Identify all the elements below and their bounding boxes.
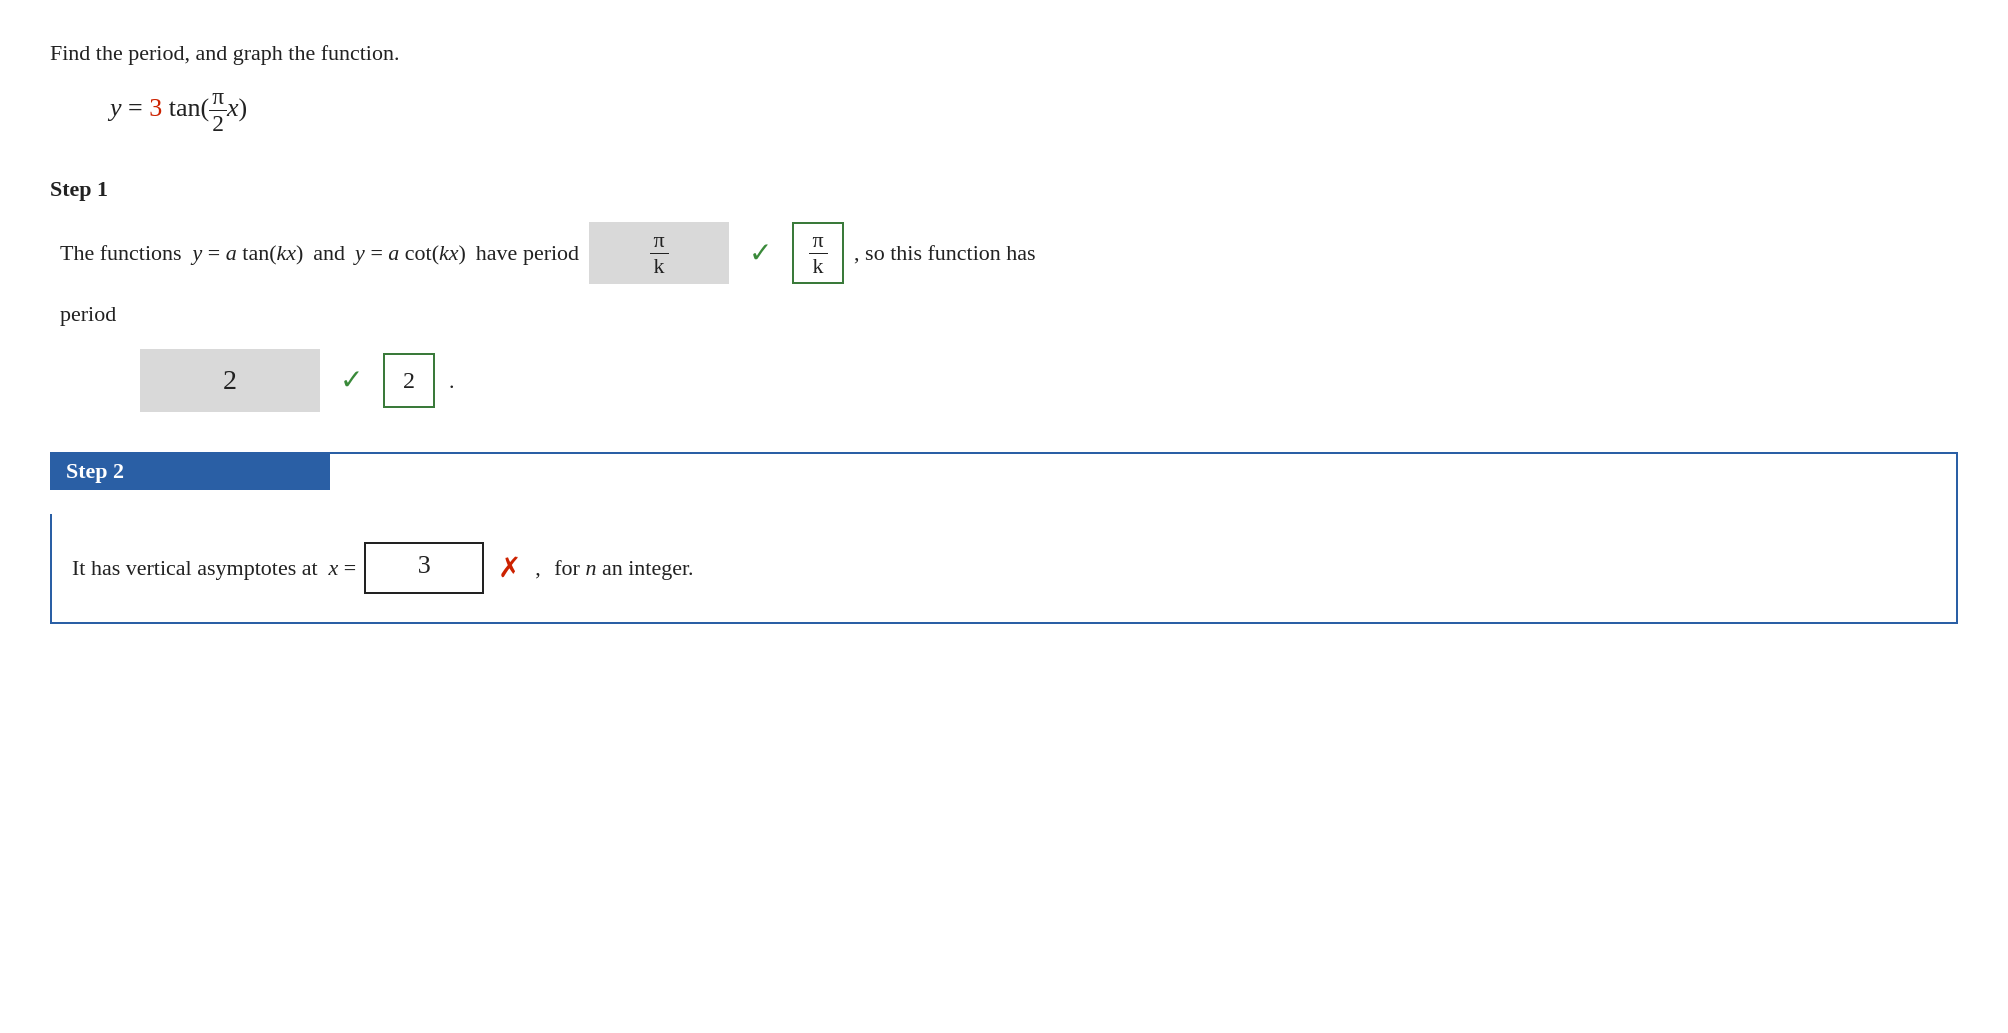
step2-label: Step 2: [50, 452, 330, 490]
step2-section: Step 2 It has vertical asymptotes at x =…: [50, 452, 1958, 624]
step2-desc: It has vertical asymptotes at x =: [72, 555, 356, 581]
function-fraction: π 2: [209, 84, 227, 136]
function-tan: tan: [169, 93, 201, 122]
step1-correct-frac-num: π: [809, 228, 828, 253]
step1-period-check-icon: ✓: [340, 355, 363, 405]
fraction-numerator: π: [209, 84, 227, 111]
function-coefficient: 3: [149, 93, 162, 122]
step2-for-text: for n an integer.: [549, 555, 694, 581]
step1-y2: y = a cot(kx): [355, 233, 466, 273]
step1-label: Step 1: [50, 176, 1958, 202]
step2-label-bar: Step 2: [50, 452, 1958, 514]
step1-period-row: The functions y = a tan(kx) and y = a co…: [60, 222, 1958, 283]
step1-desc-start: The functions y = a tan(kx): [60, 233, 303, 273]
step1-dot: .: [449, 361, 455, 401]
step1-period-input-box[interactable]: 2: [140, 349, 320, 411]
step1-have-period: have period: [476, 233, 579, 273]
step2-asymptote-input[interactable]: 3: [364, 542, 484, 594]
step2-asymptote-value: 3: [418, 550, 431, 579]
problem-statement-section: Find the period, and graph the function.…: [50, 40, 1958, 136]
step1-input-fraction: π k: [650, 228, 669, 277]
step1-input-frac-num: π: [650, 228, 669, 253]
step2-content: It has vertical asymptotes at x = 3 ✗ , …: [50, 514, 1958, 624]
step1-period-correct-box: 2: [383, 353, 435, 408]
step1-section: Step 1 The functions y = a tan(kx) and y…: [50, 176, 1958, 411]
function-display: y = 3 tan( π 2 x): [110, 84, 1958, 136]
step1-correct-frac-den: k: [809, 254, 828, 278]
period-label: period: [60, 294, 1958, 334]
step1-content: The functions y = a tan(kx) and y = a co…: [60, 222, 1958, 411]
function-var: x: [227, 93, 239, 122]
step1-period-correct-value: 2: [403, 367, 415, 393]
step1-correct-box: π k: [792, 222, 844, 283]
function-paren-close: ): [239, 93, 248, 122]
step2-asymptote-row: It has vertical asymptotes at x = 3 ✗ , …: [72, 542, 1926, 594]
step2-comma: ,: [535, 555, 541, 581]
problem-text: Find the period, and graph the function.: [50, 40, 399, 65]
step2-label-text: Step 2: [66, 458, 124, 483]
function-paren-open: (: [200, 93, 209, 122]
function-y: y =: [110, 93, 149, 122]
step1-period-input[interactable]: π k: [589, 222, 729, 283]
step1-check-icon: ✓: [749, 228, 772, 278]
step2-incorrect-icon: ✗: [498, 551, 521, 584]
step1-period-value: 2: [223, 364, 237, 395]
step1-correct-fraction: π k: [809, 228, 828, 277]
step1-input-frac-den: k: [650, 254, 669, 278]
step1-period-answer-row: 2 ✓ 2 .: [140, 349, 1958, 411]
fraction-denominator: 2: [209, 111, 227, 137]
step1-and: and: [313, 233, 345, 273]
step1-so-this: , so this function has: [854, 233, 1036, 273]
